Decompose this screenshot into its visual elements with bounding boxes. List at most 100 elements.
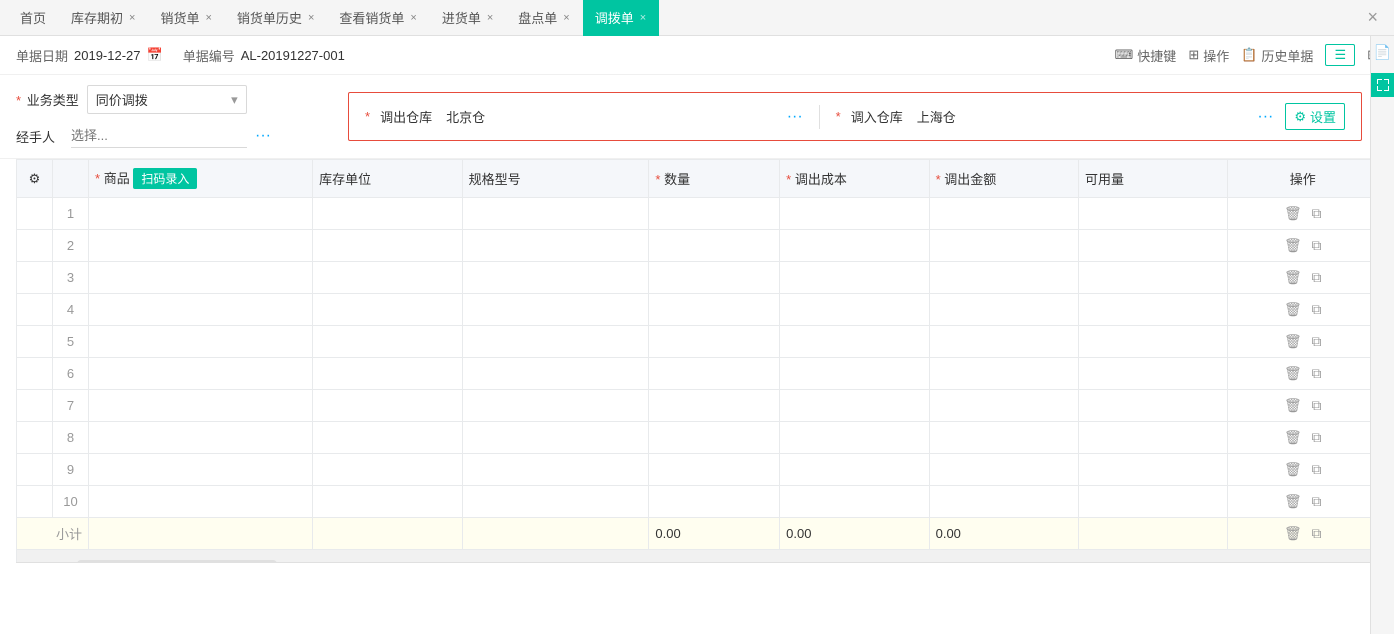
tab-close-sales-history[interactable]: ×: [308, 12, 314, 24]
col-header-gear[interactable]: ⚙: [17, 160, 53, 198]
row-unit-8[interactable]: [313, 422, 462, 454]
row-qty-1[interactable]: [649, 198, 780, 230]
row-product-10[interactable]: [89, 486, 313, 518]
row-unit-7[interactable]: [313, 390, 462, 422]
copy-icon-2[interactable]: ⧉: [1311, 237, 1321, 253]
row-unit-6[interactable]: [313, 358, 462, 390]
tab-view-sales[interactable]: 查看销货单 ×: [327, 0, 429, 36]
row-avail-6[interactable]: [1079, 358, 1228, 390]
row-avail-10[interactable]: [1079, 486, 1228, 518]
delete-icon-2[interactable]: 🗑: [1284, 237, 1302, 253]
row-spec-4[interactable]: [462, 294, 649, 326]
row-product-2[interactable]: [89, 230, 313, 262]
tab-home[interactable]: 首页: [8, 0, 59, 36]
row-amount-1[interactable]: [929, 198, 1078, 230]
row-avail-5[interactable]: [1079, 326, 1228, 358]
tab-transfer[interactable]: 调拨单 ×: [583, 0, 659, 36]
scan-button[interactable]: 扫码录入: [133, 168, 197, 189]
row-unit-2[interactable]: [313, 230, 462, 262]
tab-close-sales-order[interactable]: ×: [205, 12, 211, 24]
row-cost-7[interactable]: [780, 390, 929, 422]
copy-icon-6[interactable]: ⧉: [1311, 365, 1321, 381]
row-amount-6[interactable]: [929, 358, 1078, 390]
tab-close-transfer[interactable]: ×: [640, 12, 646, 24]
row-qty-8[interactable]: [649, 422, 780, 454]
delete-icon-5[interactable]: 🗑: [1284, 333, 1302, 349]
row-spec-3[interactable]: [462, 262, 649, 294]
tab-close-inventory-init[interactable]: ×: [129, 12, 135, 24]
row-product-3[interactable]: [89, 262, 313, 294]
row-product-1[interactable]: [89, 198, 313, 230]
row-spec-10[interactable]: [462, 486, 649, 518]
row-unit-10[interactable]: [313, 486, 462, 518]
row-spec-2[interactable]: [462, 230, 649, 262]
row-spec-7[interactable]: [462, 390, 649, 422]
tab-bar-close-button[interactable]: ×: [1359, 7, 1386, 28]
copy-icon-5[interactable]: ⧉: [1311, 333, 1321, 349]
row-avail-3[interactable]: [1079, 262, 1228, 294]
tab-close-purchase[interactable]: ×: [487, 12, 493, 24]
row-unit-5[interactable]: [313, 326, 462, 358]
settings-button[interactable]: ⚙ 设置: [1285, 103, 1345, 130]
delete-icon-6[interactable]: 🗑: [1284, 365, 1302, 381]
row-amount-4[interactable]: [929, 294, 1078, 326]
shortcut-button[interactable]: ⌨ 快捷键: [1115, 46, 1177, 65]
row-spec-5[interactable]: [462, 326, 649, 358]
row-amount-8[interactable]: [929, 422, 1078, 454]
row-product-5[interactable]: [89, 326, 313, 358]
row-cost-2[interactable]: [780, 230, 929, 262]
copy-icon-1[interactable]: ⧉: [1311, 205, 1321, 221]
operation-button[interactable]: ⊞ 操作: [1188, 46, 1229, 65]
calendar-icon[interactable]: 📅: [147, 47, 163, 63]
copy-icon-3[interactable]: ⧉: [1311, 269, 1321, 285]
row-unit-3[interactable]: [313, 262, 462, 294]
row-qty-9[interactable]: [649, 454, 780, 486]
row-spec-6[interactable]: [462, 358, 649, 390]
row-amount-7[interactable]: [929, 390, 1078, 422]
subtotal-delete-icon[interactable]: 🗑: [1284, 525, 1302, 541]
row-spec-9[interactable]: [462, 454, 649, 486]
row-avail-2[interactable]: [1079, 230, 1228, 262]
sidebar-expand-icon[interactable]: [1371, 73, 1394, 97]
subtotal-copy-icon[interactable]: ⧉: [1311, 525, 1321, 541]
row-qty-2[interactable]: [649, 230, 780, 262]
row-amount-5[interactable]: [929, 326, 1078, 358]
copy-icon-9[interactable]: ⧉: [1311, 461, 1321, 477]
row-spec-1[interactable]: [462, 198, 649, 230]
row-spec-8[interactable]: [462, 422, 649, 454]
tab-inventory-check[interactable]: 盘点单 ×: [506, 0, 582, 36]
row-cost-1[interactable]: [780, 198, 929, 230]
delete-icon-8[interactable]: 🗑: [1284, 429, 1302, 445]
row-unit-1[interactable]: [313, 198, 462, 230]
row-avail-1[interactable]: [1079, 198, 1228, 230]
tab-purchase[interactable]: 进货单 ×: [430, 0, 506, 36]
row-qty-3[interactable]: [649, 262, 780, 294]
delete-icon-1[interactable]: 🗑: [1284, 205, 1302, 221]
copy-icon-7[interactable]: ⧉: [1311, 397, 1321, 413]
row-unit-9[interactable]: [313, 454, 462, 486]
layout-button-list[interactable]: ☰: [1325, 44, 1355, 66]
row-cost-10[interactable]: [780, 486, 929, 518]
tab-inventory-init[interactable]: 库存期初 ×: [59, 0, 148, 36]
row-qty-4[interactable]: [649, 294, 780, 326]
row-qty-7[interactable]: [649, 390, 780, 422]
row-product-6[interactable]: [89, 358, 313, 390]
row-product-8[interactable]: [89, 422, 313, 454]
table-scroll-area[interactable]: ⚙ * 商品 扫码录入 库存单位 规格型号 * 数量: [16, 159, 1378, 563]
row-cost-9[interactable]: [780, 454, 929, 486]
tab-close-inventory-check[interactable]: ×: [563, 12, 569, 24]
copy-icon-4[interactable]: ⧉: [1311, 301, 1321, 317]
row-product-7[interactable]: [89, 390, 313, 422]
row-qty-10[interactable]: [649, 486, 780, 518]
row-cost-6[interactable]: [780, 358, 929, 390]
row-cost-4[interactable]: [780, 294, 929, 326]
row-unit-4[interactable]: [313, 294, 462, 326]
row-avail-8[interactable]: [1079, 422, 1228, 454]
delete-icon-4[interactable]: 🗑: [1284, 301, 1302, 317]
row-amount-9[interactable]: [929, 454, 1078, 486]
tab-sales-order[interactable]: 销货单 ×: [148, 0, 224, 36]
warehouse-out-ellipsis[interactable]: ···: [787, 108, 803, 126]
tab-close-view-sales[interactable]: ×: [410, 12, 416, 24]
business-type-select[interactable]: 同价调拨 ▾: [87, 85, 247, 114]
row-qty-5[interactable]: [649, 326, 780, 358]
